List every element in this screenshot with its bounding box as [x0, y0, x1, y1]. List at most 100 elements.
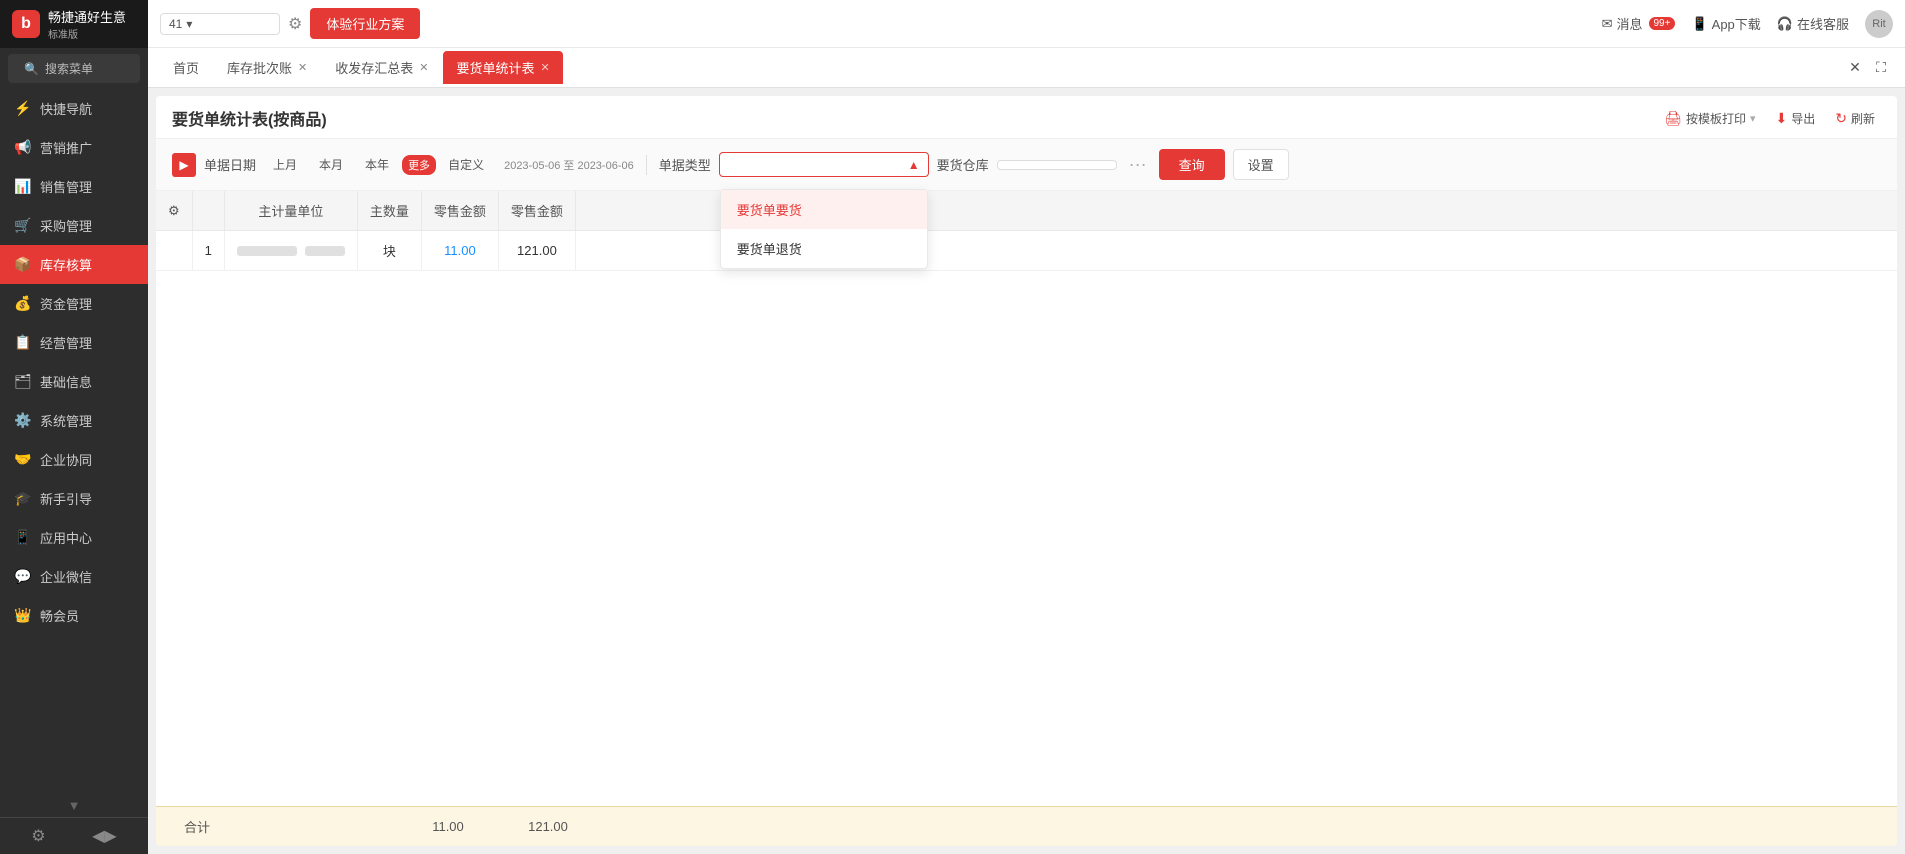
- tab-close-recv-summary[interactable]: ✕: [419, 61, 428, 74]
- footer-qty: 11.00: [398, 819, 498, 834]
- avatar[interactable]: Rit: [1865, 10, 1893, 38]
- product-placeholder-1: [237, 246, 297, 256]
- logo-sub: 标准版: [48, 26, 126, 41]
- tab-label: 要货单统计表: [456, 58, 534, 77]
- product-placeholder-2: [305, 246, 345, 256]
- print-template-btn[interactable]: 🖨 按模板打印 ▾: [1658, 107, 1761, 130]
- date-buttons: 上月 本月 本年 更多 自定义: [264, 152, 492, 177]
- online-service-label: 在线客服: [1797, 14, 1849, 33]
- settings-button[interactable]: 设置: [1233, 149, 1289, 180]
- online-service-action[interactable]: 🎧 在线客服: [1777, 14, 1849, 33]
- sidebar: b 畅捷通好生意 标准版 🔍 搜索菜单 ⚡ 快捷导航 📢 营销推广 📊 销售管理…: [0, 0, 148, 854]
- quick-nav-icon: ⚡: [14, 100, 32, 118]
- trial-button[interactable]: 体验行业方案: [310, 8, 420, 39]
- refresh-label: 刷新: [1851, 110, 1875, 127]
- messages-action[interactable]: ✉ 消息 99+: [1602, 14, 1676, 33]
- company-select[interactable]: 41 ▾: [160, 13, 280, 35]
- cell-qty[interactable]: 11.00: [421, 231, 498, 271]
- tab-close-batch-accounts[interactable]: ✕: [298, 61, 307, 74]
- date-btn-this-month[interactable]: 本月: [310, 152, 352, 177]
- type-select-arrow-up: ▲: [908, 158, 920, 172]
- app-center-icon: 📱: [14, 529, 32, 547]
- sidebar-item-wechat[interactable]: 💬 企业微信: [0, 557, 148, 596]
- date-btn-custom[interactable]: 自定义: [440, 153, 492, 176]
- sidebar-item-guide[interactable]: 🎓 新手引导: [0, 479, 148, 518]
- sidebar-search[interactable]: 🔍 搜索菜单: [8, 54, 140, 83]
- sidebar-item-label: 系统管理: [40, 411, 92, 430]
- tab-recv-summary[interactable]: 收发存汇总表 ✕: [322, 51, 441, 84]
- export-btn[interactable]: ⬇ 导出: [1770, 107, 1822, 130]
- sidebar-item-quick-nav[interactable]: ⚡ 快捷导航: [0, 89, 148, 128]
- phone-icon: 📱: [1691, 16, 1707, 32]
- app-download-action[interactable]: 📱 App下载: [1691, 14, 1760, 33]
- page-title: 要货单统计表(按商品): [172, 106, 327, 130]
- message-icon: ✉: [1602, 16, 1613, 32]
- sidebar-item-app-center[interactable]: 📱 应用中心: [0, 518, 148, 557]
- date-badge-more[interactable]: 更多: [402, 155, 436, 175]
- print-template-label: 按模板打印: [1686, 110, 1746, 127]
- sidebar-item-inventory[interactable]: 📦 库存核算: [0, 245, 148, 284]
- sidebar-item-operations[interactable]: 📋 经营管理: [0, 323, 148, 362]
- sidebar-item-purchase[interactable]: 🛒 采购管理: [0, 206, 148, 245]
- cell-seq: 1: [192, 231, 224, 271]
- tab-label: 库存批次账: [227, 58, 292, 77]
- filter-more-btn[interactable]: ···: [1125, 154, 1151, 175]
- type-select[interactable]: ▲ 要货单要货 要货单退货: [719, 152, 929, 177]
- warehouse-select[interactable]: [997, 160, 1117, 170]
- tab-order-summary[interactable]: 要货单统计表 ✕: [443, 51, 562, 84]
- sidebar-scroll-down[interactable]: ▼: [0, 794, 148, 817]
- collapse-icon[interactable]: ◀▶: [92, 826, 117, 846]
- tabsbar: 首页 库存批次账 ✕ 收发存汇总表 ✕ 要货单统计表 ✕ ✕ ⛶: [148, 48, 1905, 88]
- sidebar-item-member[interactable]: 👑 畅会员: [0, 596, 148, 635]
- messages-badge: 99+: [1649, 17, 1676, 30]
- date-btn-prev-month[interactable]: 上月: [264, 152, 306, 177]
- filter-toggle-btn[interactable]: ▶: [172, 153, 196, 177]
- col-settings[interactable]: ⚙: [156, 191, 192, 231]
- sidebar-item-label: 资金管理: [40, 294, 92, 313]
- company-value: 41: [169, 17, 182, 31]
- sidebar-item-label: 应用中心: [40, 528, 92, 547]
- tab-expand-btn[interactable]: ⛶: [1869, 56, 1893, 80]
- operations-icon: 📋: [14, 334, 32, 352]
- table-footer: 合计 11.00 121.00: [156, 806, 1897, 846]
- date-btn-this-year[interactable]: 本年: [356, 152, 398, 177]
- footer-label: 合计: [168, 817, 398, 836]
- tab-batch-accounts[interactable]: 库存批次账 ✕: [214, 51, 320, 84]
- inventory-icon: 📦: [14, 256, 32, 274]
- dropdown-item-order-return[interactable]: 要货单退货: [721, 229, 927, 268]
- sidebar-item-enterprise[interactable]: 🤝 企业协同: [0, 440, 148, 479]
- tab-close-order-summary[interactable]: ✕: [541, 61, 550, 74]
- refresh-btn[interactable]: ↻ 刷新: [1829, 107, 1881, 130]
- sidebar-item-system[interactable]: ⚙️ 系统管理: [0, 401, 148, 440]
- query-button[interactable]: 查询: [1159, 149, 1225, 180]
- type-select-input[interactable]: [728, 157, 904, 172]
- product-name-wrap: [237, 246, 345, 256]
- search-label: 搜索菜单: [45, 60, 93, 77]
- export-label: 导出: [1791, 110, 1815, 127]
- sidebar-item-label: 畅会员: [40, 606, 79, 625]
- tab-close-all[interactable]: ✕: [1843, 56, 1867, 80]
- sidebar-item-label: 销售管理: [40, 177, 92, 196]
- sidebar-item-label: 库存核算: [40, 255, 92, 274]
- headset-icon: 🎧: [1777, 16, 1793, 32]
- sidebar-item-marketing[interactable]: 📢 营销推广: [0, 128, 148, 167]
- enterprise-icon: 🤝: [14, 451, 32, 469]
- topbar-right: ✉ 消息 99+ 📱 App下载 🎧 在线客服 Rit: [1602, 10, 1893, 38]
- col-product: 主计量单位: [224, 191, 357, 231]
- purchase-icon: 🛒: [14, 217, 32, 235]
- sidebar-item-finance[interactable]: 💰 资金管理: [0, 284, 148, 323]
- settings-icon[interactable]: ⚙: [31, 826, 45, 846]
- sidebar-item-sales[interactable]: 📊 销售管理: [0, 167, 148, 206]
- sidebar-item-label: 基础信息: [40, 372, 92, 391]
- table-body: 1 块 11.00 121.00: [156, 231, 1897, 271]
- logo-text-wrap: 畅捷通好生意 标准版: [48, 7, 126, 41]
- table-row: 1 块 11.00 121.00: [156, 231, 1897, 271]
- tab-home[interactable]: 首页: [160, 51, 212, 84]
- dropdown-item-order-goods[interactable]: 要货单要货: [721, 190, 927, 229]
- content-area: 要货单统计表(按商品) 🖨 按模板打印 ▾ ⬇ 导出 ↻ 刷新 ▶: [156, 96, 1897, 846]
- settings-gear-icon[interactable]: ⚙: [288, 14, 302, 34]
- col-unit: 主数量: [357, 191, 421, 231]
- guide-icon: 🎓: [14, 490, 32, 508]
- print-icon: 🖨: [1664, 110, 1682, 127]
- sidebar-item-basic[interactable]: 🗂 基础信息: [0, 362, 148, 401]
